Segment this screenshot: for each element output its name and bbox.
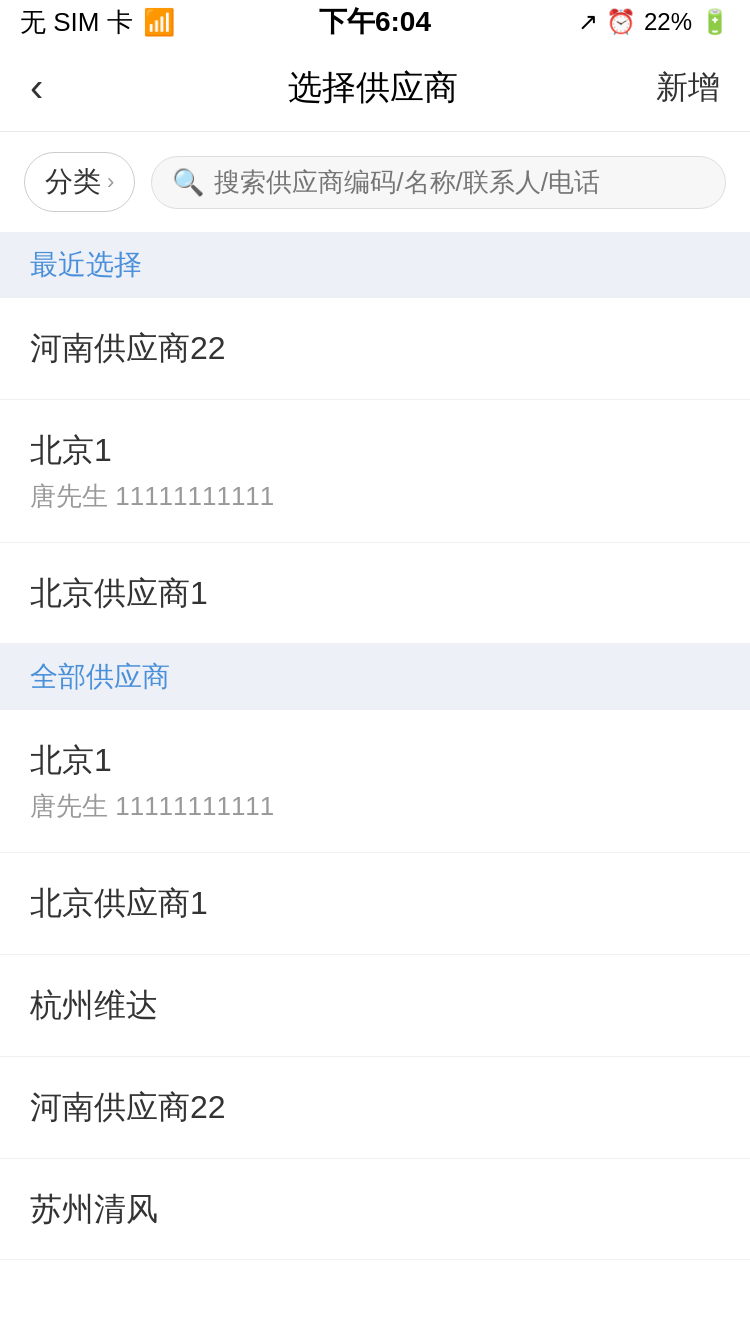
category-button[interactable]: 分类 › xyxy=(24,152,135,212)
status-left: 无 SIM 卡 📶 xyxy=(20,5,175,40)
all-section-header: 全部供应商 xyxy=(0,644,750,710)
recent-list: 河南供应商22 北京1 唐先生 11111111111 北京供应商1 xyxy=(0,298,750,644)
list-item[interactable]: 北京供应商1 xyxy=(0,543,750,645)
filter-bar: 分类 › 🔍 xyxy=(0,132,750,232)
chevron-right-icon: › xyxy=(107,169,114,195)
list-item[interactable]: 杭州维达 xyxy=(0,955,750,1057)
list-item[interactable]: 河南供应商22 xyxy=(0,1057,750,1159)
list-item[interactable]: 北京供应商1 xyxy=(0,853,750,955)
all-list: 北京1 唐先生 11111111111 北京供应商1 杭州维达河南供应商22 苏州清风 xyxy=(0,710,750,1260)
recent-section-header: 最近选择 xyxy=(0,232,750,298)
list-item[interactable]: 苏州清风 xyxy=(0,1159,750,1261)
search-input[interactable] xyxy=(214,167,705,198)
sim-text: 无 SIM 卡 xyxy=(20,5,133,40)
item-name: 河南供应商22 xyxy=(30,1085,720,1130)
status-right: ↗ ⏰ 22% 🔋 xyxy=(578,8,730,36)
status-time: 下午6:04 xyxy=(319,3,431,41)
item-name: 北京1 xyxy=(30,738,720,783)
item-sub: 唐先生 11111111111 xyxy=(30,479,720,514)
search-box[interactable]: 🔍 xyxy=(151,156,726,209)
list-item[interactable]: 北京1 唐先生 11111111111 xyxy=(0,710,750,853)
alarm-icon: ⏰ xyxy=(606,8,636,36)
status-bar: 无 SIM 卡 📶 下午6:04 ↗ ⏰ 22% 🔋 xyxy=(0,0,750,44)
back-button[interactable]: ‹ xyxy=(30,65,90,110)
add-button[interactable]: 新增 xyxy=(656,66,720,110)
battery-text: 22% xyxy=(644,8,692,36)
item-name: 北京供应商1 xyxy=(30,881,720,926)
battery-icon: 🔋 xyxy=(700,8,730,36)
item-name: 河南供应商22 xyxy=(30,326,720,371)
item-name: 苏州清风 xyxy=(30,1187,720,1232)
list-item[interactable]: 北京1 唐先生 11111111111 xyxy=(0,400,750,543)
wifi-icon: 📶 xyxy=(143,7,175,38)
search-icon: 🔍 xyxy=(172,167,204,198)
list-item[interactable]: 河南供应商22 xyxy=(0,298,750,400)
item-name: 北京供应商1 xyxy=(30,571,720,616)
location-icon: ↗ xyxy=(578,8,598,36)
item-name: 杭州维达 xyxy=(30,983,720,1028)
category-label: 分类 xyxy=(45,163,101,201)
page-title: 选择供应商 xyxy=(288,65,458,111)
item-name: 北京1 xyxy=(30,428,720,473)
item-sub: 唐先生 11111111111 xyxy=(30,789,720,824)
nav-bar: ‹ 选择供应商 新增 xyxy=(0,44,750,132)
